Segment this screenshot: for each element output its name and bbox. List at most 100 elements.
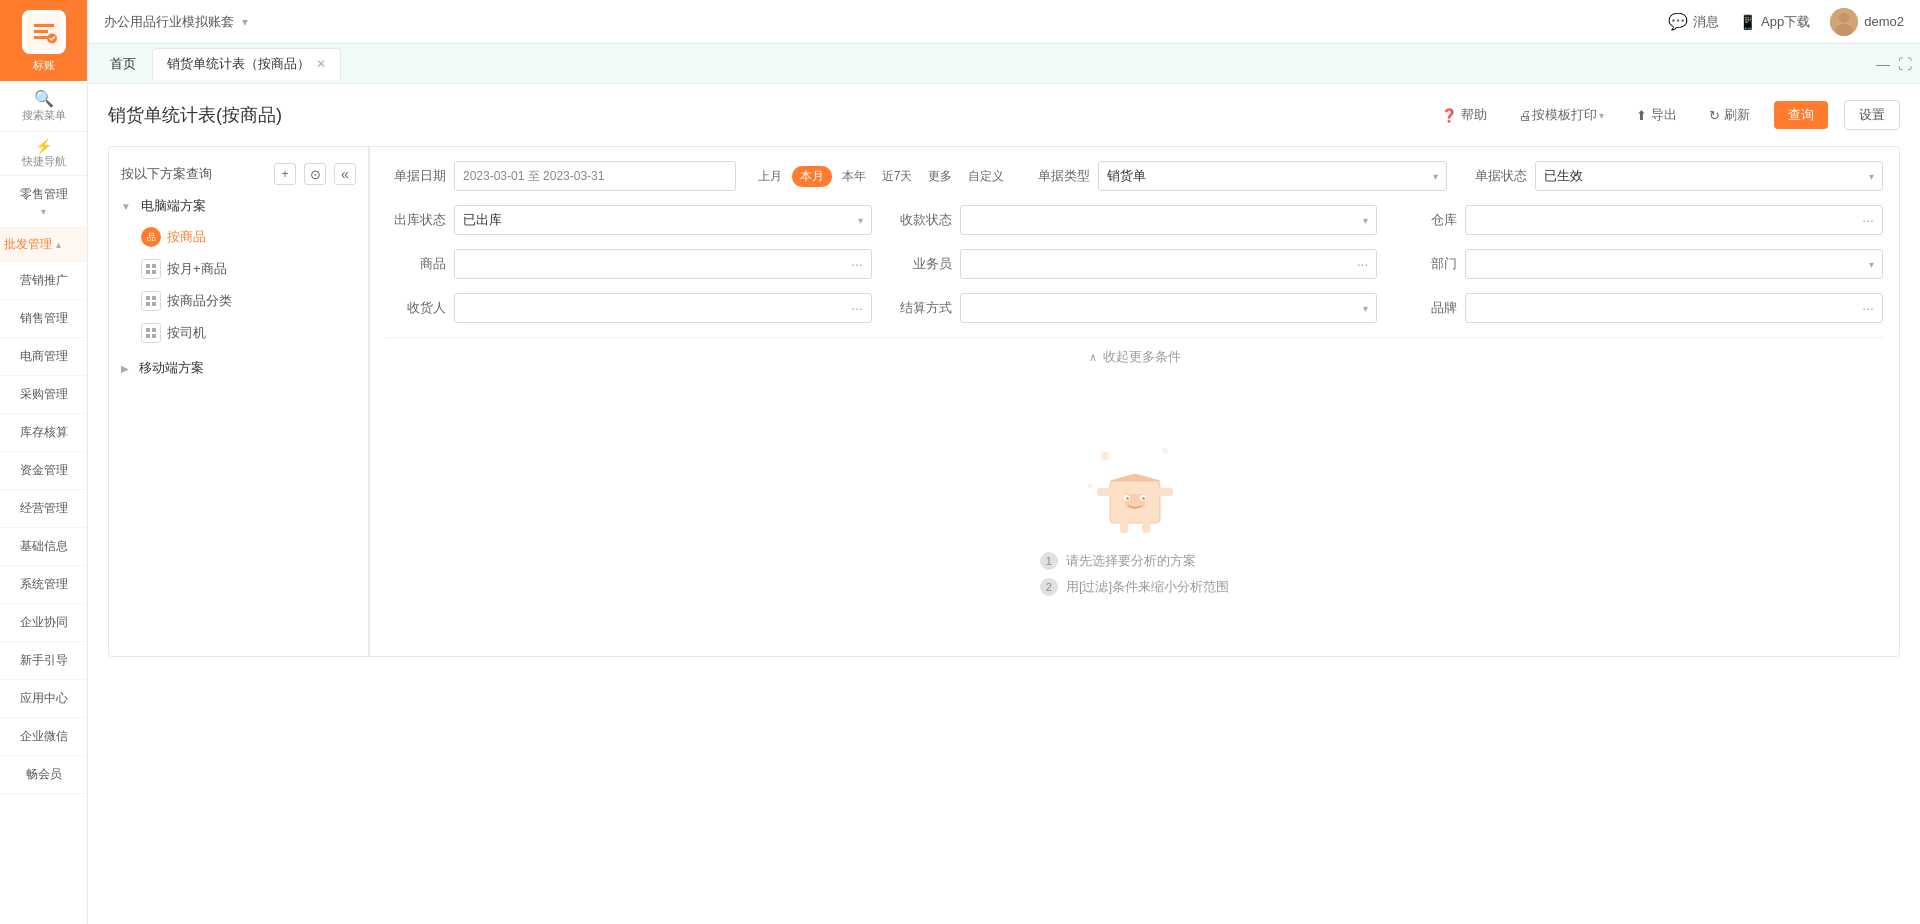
date-btn-this-year[interactable]: 本年 — [836, 166, 872, 187]
empty-illustration — [1075, 436, 1195, 536]
department-input[interactable]: ▾ — [1465, 249, 1883, 279]
app-download-button[interactable]: 📱 App下载 — [1739, 13, 1810, 31]
apps-label: 应用中心 — [20, 690, 68, 707]
sidebar-item-enterprise[interactable]: 企业协同 — [0, 604, 87, 642]
sidebar-item-wecom[interactable]: 企业微信 — [0, 718, 87, 756]
by-product-label: 按商品 — [167, 228, 206, 246]
payment-status-input[interactable]: ▾ — [960, 205, 1378, 235]
doc-status-input[interactable]: 已生效 ▾ — [1535, 161, 1883, 191]
filter-add-button[interactable]: + — [274, 163, 296, 185]
tip2-text: 用[过滤]条件来缩小分析范围 — [1066, 578, 1229, 596]
sales-stat-tab-label: 销货单统计表（按商品） — [167, 55, 310, 73]
refresh-button[interactable]: ↻ 刷新 — [1701, 102, 1758, 128]
sidebar-item-marketing[interactable]: 营销推广 — [0, 262, 87, 300]
page-title-row: 销货单统计表(按商品) ❓ 帮助 🖨 按模板打印 ▾ ⬆ 导出 — [108, 100, 1900, 130]
date-btn-more[interactable]: 更多 — [922, 166, 958, 187]
page-actions: ❓ 帮助 🖨 按模板打印 ▾ ⬆ 导出 ↻ 刷新 — [1433, 100, 1900, 130]
product-label: 商品 — [386, 255, 454, 273]
query-button[interactable]: 查询 — [1774, 101, 1828, 129]
doc-status-field: 单据状态 已生效 ▾ — [1467, 161, 1883, 191]
salesperson-input[interactable]: ··· — [960, 249, 1378, 279]
enterprise-label: 企业协同 — [20, 614, 68, 631]
sidebar-search-item[interactable]: 🔍 搜索菜单 — [0, 81, 87, 132]
date-range-input[interactable]: 2023-03-01 至 2023-03-31 — [454, 161, 736, 191]
warehouse-dots-icon[interactable]: ··· — [1862, 212, 1874, 228]
date-btn-last-month[interactable]: 上月 — [752, 166, 788, 187]
sidebar-item-inventory[interactable]: 库存核算 — [0, 414, 87, 452]
help-button[interactable]: ❓ 帮助 — [1433, 102, 1495, 128]
tab-minimize-icon[interactable]: — — [1876, 56, 1890, 72]
salesperson-label: 业务员 — [892, 255, 960, 273]
date-btn-this-month[interactable]: 本月 — [792, 166, 832, 187]
ecommerce-label: 电商管理 — [20, 348, 68, 365]
export-label: 导出 — [1651, 106, 1677, 124]
sidebar-item-wholesale[interactable]: 批发管理 ▴ — [0, 228, 87, 262]
message-button[interactable]: 💬 消息 — [1668, 12, 1719, 31]
department-label: 部门 — [1397, 255, 1465, 273]
tree-item-by-month-product[interactable]: 按月+商品 — [109, 253, 368, 285]
svg-point-4 — [1835, 24, 1853, 36]
svg-point-17 — [1101, 452, 1109, 460]
sidebar-item-system[interactable]: 系统管理 — [0, 566, 87, 604]
export-icon: ⬆ — [1636, 108, 1647, 123]
doc-type-input[interactable]: 销货单 ▾ — [1098, 161, 1446, 191]
product-dots-icon[interactable]: ··· — [851, 256, 863, 272]
tab-home[interactable]: 首页 — [96, 48, 150, 80]
tab-close-icon[interactable]: ✕ — [316, 57, 326, 71]
wecom-label: 企业微信 — [20, 728, 68, 745]
sidebar-item-finance[interactable]: 资金管理 — [0, 452, 87, 490]
brand-dots-icon[interactable]: ··· — [1862, 300, 1874, 316]
tab-sales-stat[interactable]: 销货单统计表（按商品） ✕ — [152, 48, 341, 80]
empty-tips: 1 请先选择要分析的方案 2 用[过滤]条件来缩小分析范围 — [1040, 552, 1229, 596]
tab-maximize-icon[interactable]: ⛶ — [1898, 56, 1912, 72]
filter-edit-button[interactable]: ⊙ — [304, 163, 326, 185]
filter-collapse-button[interactable]: « — [334, 163, 356, 185]
salesperson-dots-icon[interactable]: ··· — [1357, 256, 1369, 272]
help-label: 帮助 — [1461, 106, 1487, 124]
sidebar-item-operations[interactable]: 经营管理 — [0, 490, 87, 528]
tree-item-by-category[interactable]: 按商品分类 — [109, 285, 368, 317]
sidebar-item-guide[interactable]: 新手引导 — [0, 642, 87, 680]
date-btn-7days[interactable]: 近7天 — [876, 166, 919, 187]
filter-row-1: 单据日期 2023-03-01 至 2023-03-31 上月 本月 本年 近7… — [386, 161, 1883, 191]
sidebar-quicknav-item[interactable]: ⚡ 快捷导航 — [0, 132, 87, 176]
settlement-input[interactable]: ▾ — [960, 293, 1378, 323]
message-label: 消息 — [1693, 13, 1719, 31]
tree-item-by-product[interactable]: 品 按商品 — [109, 221, 368, 253]
sidebar-item-sales[interactable]: 销售管理 — [0, 300, 87, 338]
out-status-input[interactable]: 已出库 ▾ — [454, 205, 872, 235]
filter-row-2: 出库状态 已出库 ▾ 收款状态 ▾ — [386, 205, 1883, 235]
retail-label: 零售管理 — [20, 186, 68, 203]
collapse-more-button[interactable]: ∧ 收起更多条件 — [386, 337, 1883, 376]
settings-button[interactable]: 设置 — [1844, 100, 1900, 130]
export-button[interactable]: ⬆ 导出 — [1628, 102, 1685, 128]
recipient-dots-icon[interactable]: ··· — [851, 300, 863, 316]
sidebar-item-apps[interactable]: 应用中心 — [0, 680, 87, 718]
tree-item-mobile[interactable]: ▶ 移动端方案 — [109, 353, 368, 383]
collapse-label: 收起更多条件 — [1103, 348, 1181, 366]
sidebar-item-member[interactable]: 畅会员 — [0, 756, 87, 794]
sidebar-item-basic[interactable]: 基础信息 — [0, 528, 87, 566]
date-btn-custom[interactable]: 自定义 — [962, 166, 1010, 187]
warehouse-input[interactable]: ··· — [1465, 205, 1883, 235]
svg-point-26 — [1142, 497, 1145, 500]
svg-rect-12 — [152, 302, 156, 306]
user-profile-button[interactable]: demo2 — [1830, 8, 1904, 36]
brand-input[interactable]: ··· — [1465, 293, 1883, 323]
tree-item-pc[interactable]: ▼ 电脑端方案 — [109, 191, 368, 221]
doc-type-value: 销货单 — [1107, 167, 1146, 185]
sidebar-item-retail[interactable]: 零售管理 ▾ — [0, 176, 87, 228]
template-print-arrow-icon: ▾ — [1599, 110, 1604, 121]
sidebar-item-purchase[interactable]: 采购管理 — [0, 376, 87, 414]
tree-item-by-cashier[interactable]: 按司机 — [109, 317, 368, 349]
main-area: 办公用品行业模拟账套 ▾ 💬 消息 📱 App下载 de — [88, 0, 1920, 924]
template-print-button[interactable]: 🖨 按模板打印 ▾ — [1511, 102, 1612, 128]
recipient-input[interactable]: ··· — [454, 293, 872, 323]
product-input[interactable]: ··· — [454, 249, 872, 279]
refresh-label: 刷新 — [1724, 106, 1750, 124]
logo-area[interactable]: 标账 — [0, 0, 87, 81]
sidebar-item-ecommerce[interactable]: 电商管理 — [0, 338, 87, 376]
out-status-field: 出库状态 已出库 ▾ — [386, 205, 872, 235]
svg-rect-28 — [1142, 521, 1150, 533]
product-field: 商品 ··· — [386, 249, 872, 279]
